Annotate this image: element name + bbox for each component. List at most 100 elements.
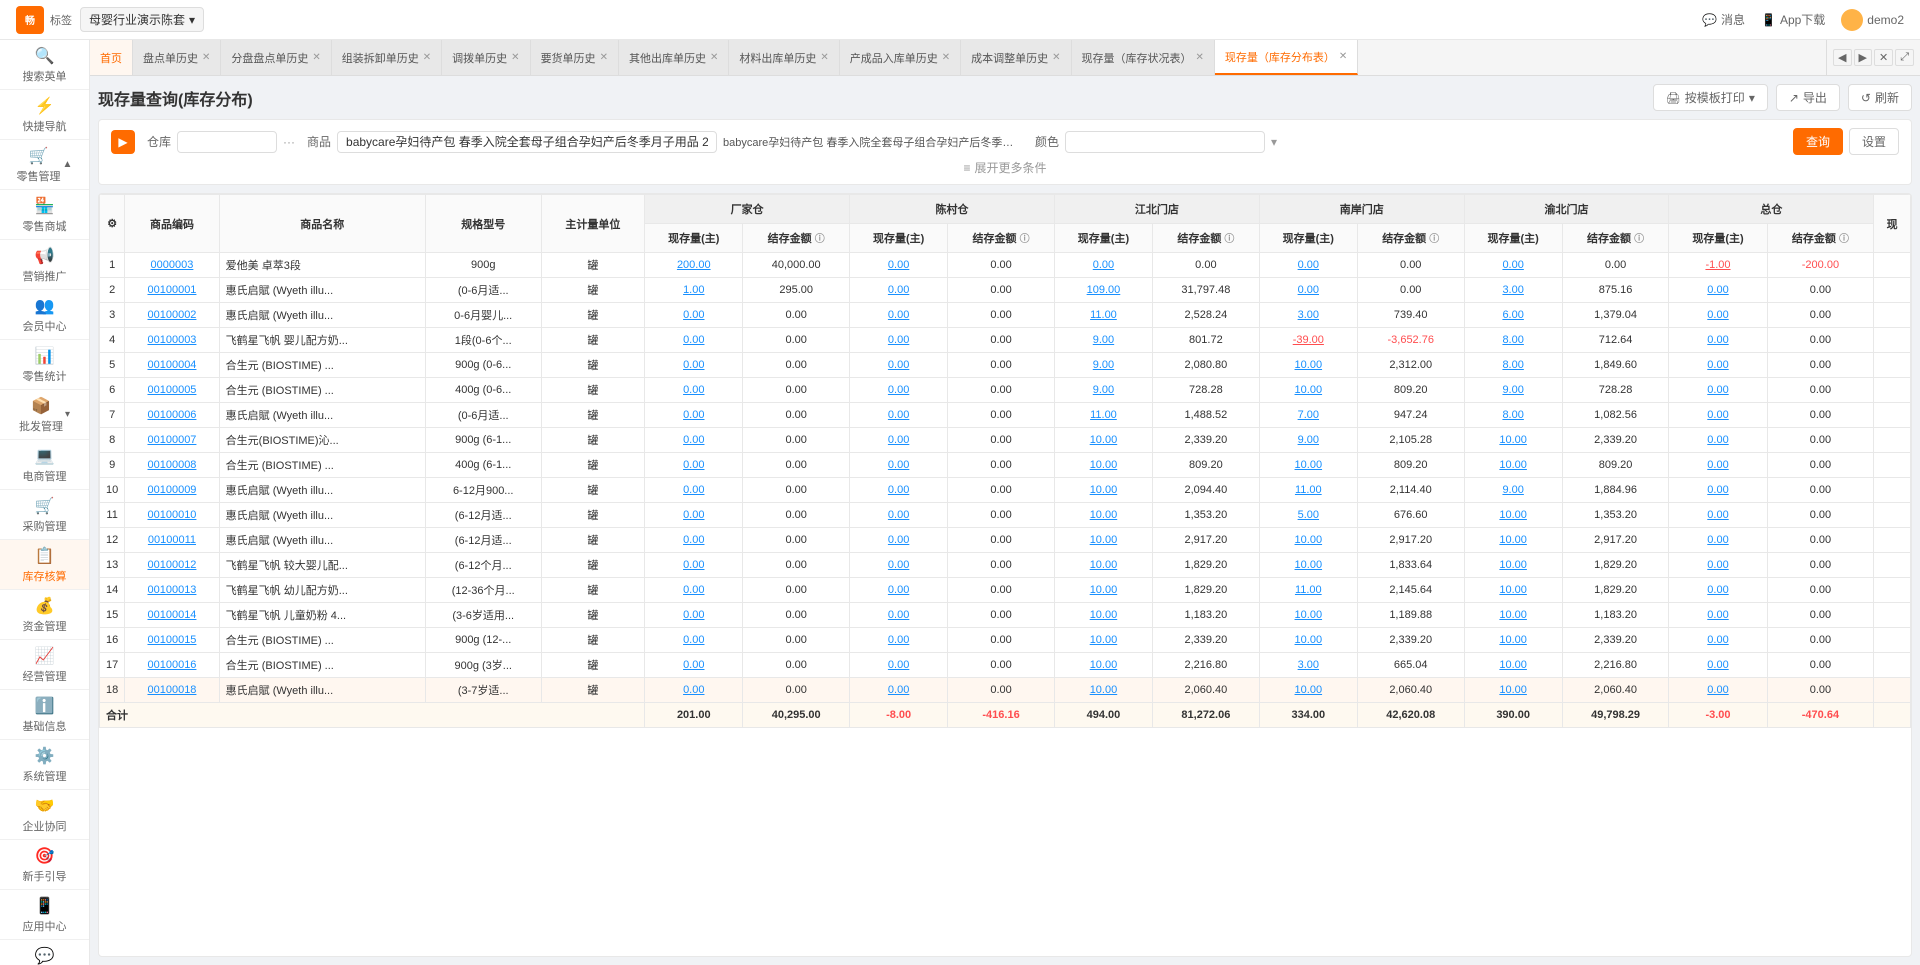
table-cell-jiangbei-qty[interactable]: 10.00: [1054, 453, 1152, 478]
table-cell-yubeibei-qty[interactable]: 10.00: [1464, 653, 1562, 678]
tab-expand-btn[interactable]: ⤢: [1895, 49, 1914, 66]
table-cell-nanan-qty[interactable]: 0.00: [1259, 278, 1357, 303]
table-cell-jiangbei-qty[interactable]: 10.00: [1054, 653, 1152, 678]
table-cell-factory-qty[interactable]: 0.00: [645, 528, 743, 553]
table-cell-total-qty[interactable]: 0.00: [1669, 628, 1767, 653]
sidebar-item-ecommerce[interactable]: 💻 电商管理: [0, 440, 89, 490]
product-input[interactable]: [337, 131, 717, 153]
table-cell-nanan-qty[interactable]: 3.00: [1259, 653, 1357, 678]
table-cell-yubeibei-qty[interactable]: 10.00: [1464, 553, 1562, 578]
sidebar-item-guide[interactable]: 🎯 新手引导: [0, 840, 89, 890]
tab-stock-dist[interactable]: 现存量（库存分布表） ✕: [1215, 40, 1358, 75]
sidebar-item-enterprise[interactable]: 🤝 企业协同: [0, 790, 89, 840]
table-cell-factory-qty[interactable]: 0.00: [645, 378, 743, 403]
table-cell-total-qty[interactable]: 0.00: [1669, 503, 1767, 528]
sidebar-item-wholesale[interactable]: 📦 批发管理 ▾: [0, 390, 89, 440]
table-cell-total-qty[interactable]: 0.00: [1669, 328, 1767, 353]
print-btn[interactable]: 🖨 按模板打印 ▾: [1653, 84, 1768, 111]
tab-close-requisition[interactable]: ✕: [600, 52, 608, 63]
tab-sub-inventory[interactable]: 分盘盘点单历史 ✕: [221, 40, 331, 75]
table-cell-chenxiang-qty[interactable]: 0.00: [850, 453, 948, 478]
table-cell-nanan-qty[interactable]: 11.00: [1259, 578, 1357, 603]
table-cell-jiangbei-qty[interactable]: 0.00: [1054, 253, 1152, 278]
table-cell-jiangbei-qty[interactable]: 10.00: [1054, 503, 1152, 528]
table-cell-code[interactable]: 00100011: [125, 528, 219, 553]
table-cell-jiangbei-qty[interactable]: 10.00: [1054, 428, 1152, 453]
tab-prev-btn[interactable]: ◀: [1833, 49, 1851, 66]
table-cell-chenxiang-qty[interactable]: 0.00: [850, 328, 948, 353]
table-cell-code[interactable]: 00100014: [125, 603, 219, 628]
user-profile[interactable]: demo2: [1841, 9, 1904, 31]
table-cell-yubeibei-qty[interactable]: 10.00: [1464, 453, 1562, 478]
refresh-btn[interactable]: ↺ 刷新: [1848, 84, 1912, 111]
sidebar-item-inventory[interactable]: 📋 库存核算: [0, 540, 89, 590]
table-cell-factory-qty[interactable]: 0.00: [645, 303, 743, 328]
table-cell-chenxiang-qty[interactable]: 0.00: [850, 603, 948, 628]
table-cell-yubeibei-qty[interactable]: 10.00: [1464, 428, 1562, 453]
table-cell-nanan-qty[interactable]: 10.00: [1259, 378, 1357, 403]
org-selector[interactable]: 母婴行业演示陈套 ▾: [80, 7, 204, 32]
table-cell-yubeibei-qty[interactable]: 8.00: [1464, 403, 1562, 428]
table-cell-yubeibei-qty[interactable]: 10.00: [1464, 528, 1562, 553]
table-cell-factory-qty[interactable]: 0.00: [645, 653, 743, 678]
table-cell-yubeibei-qty[interactable]: 10.00: [1464, 503, 1562, 528]
table-cell-code[interactable]: 00100009: [125, 478, 219, 503]
table-cell-factory-qty[interactable]: 200.00: [645, 253, 743, 278]
sidebar-item-shortcut[interactable]: ⚡ 快捷导航: [0, 90, 89, 140]
table-cell-nanan-qty[interactable]: -39.00: [1259, 328, 1357, 353]
tab-stock-status[interactable]: 现存量（库存状况表） ✕: [1072, 40, 1215, 75]
table-cell-nanan-qty[interactable]: 10.00: [1259, 353, 1357, 378]
settings-btn[interactable]: 设置: [1849, 128, 1899, 155]
tab-close-cost-adjust[interactable]: ✕: [1052, 52, 1060, 63]
tab-close-transfer[interactable]: ✕: [511, 52, 519, 63]
table-cell-chenxiang-qty[interactable]: 0.00: [850, 578, 948, 603]
filter-arrow[interactable]: ▶: [111, 130, 135, 154]
table-cell-jiangbei-qty[interactable]: 11.00: [1054, 303, 1152, 328]
total-info-icon[interactable]: ⓘ: [1839, 234, 1849, 245]
table-cell-yubeibei-qty[interactable]: 10.00: [1464, 628, 1562, 653]
table-cell-nanan-qty[interactable]: 5.00: [1259, 503, 1357, 528]
table-cell-total-qty[interactable]: 0.00: [1669, 303, 1767, 328]
table-cell-code[interactable]: 00100002: [125, 303, 219, 328]
table-cell-yubeibei-qty[interactable]: 10.00: [1464, 678, 1562, 703]
tab-close-stock-status[interactable]: ✕: [1196, 52, 1204, 63]
table-cell-chenxiang-qty[interactable]: 0.00: [850, 253, 948, 278]
sidebar-item-operation[interactable]: 📈 经营管理: [0, 640, 89, 690]
chenxiang-info-icon[interactable]: ⓘ: [1020, 234, 1030, 245]
table-cell-chenxiang-qty[interactable]: 0.00: [850, 678, 948, 703]
table-cell-jiangbei-qty[interactable]: 10.00: [1054, 553, 1152, 578]
table-cell-factory-qty[interactable]: 0.00: [645, 553, 743, 578]
table-cell-total-qty[interactable]: 0.00: [1669, 428, 1767, 453]
table-cell-chenxiang-qty[interactable]: 0.00: [850, 478, 948, 503]
table-cell-jiangbei-qty[interactable]: 9.00: [1054, 353, 1152, 378]
table-cell-nanan-qty[interactable]: 11.00: [1259, 478, 1357, 503]
tab-home[interactable]: 首页: [90, 40, 133, 75]
table-cell-nanan-qty[interactable]: 10.00: [1259, 528, 1357, 553]
table-cell-total-qty[interactable]: -1.00: [1669, 253, 1767, 278]
table-cell-jiangbei-qty[interactable]: 10.00: [1054, 578, 1152, 603]
table-cell-code[interactable]: 00100015: [125, 628, 219, 653]
table-cell-jiangbei-qty[interactable]: 10.00: [1054, 678, 1152, 703]
table-cell-yubeibei-qty[interactable]: 9.00: [1464, 478, 1562, 503]
sidebar-item-marketing[interactable]: 📢 营销推广: [0, 240, 89, 290]
table-cell-total-qty[interactable]: 0.00: [1669, 378, 1767, 403]
table-cell-factory-qty[interactable]: 0.00: [645, 603, 743, 628]
tab-transfer[interactable]: 调拨单历史 ✕: [442, 40, 530, 75]
table-cell-code[interactable]: 00100006: [125, 403, 219, 428]
table-cell-nanan-qty[interactable]: 10.00: [1259, 603, 1357, 628]
table-cell-factory-qty[interactable]: 1.00: [645, 278, 743, 303]
table-cell-chenxiang-qty[interactable]: 0.00: [850, 403, 948, 428]
table-cell-code[interactable]: 00100010: [125, 503, 219, 528]
sidebar-item-purchase[interactable]: 🛒 采购管理: [0, 490, 89, 540]
table-cell-nanan-qty[interactable]: 10.00: [1259, 553, 1357, 578]
table-cell-code[interactable]: 00100001: [125, 278, 219, 303]
tab-close-material-out[interactable]: ✕: [820, 52, 828, 63]
table-cell-factory-qty[interactable]: 0.00: [645, 428, 743, 453]
table-cell-code[interactable]: 00100018: [125, 678, 219, 703]
table-cell-total-qty[interactable]: 0.00: [1669, 403, 1767, 428]
table-cell-chenxiang-qty[interactable]: 0.00: [850, 528, 948, 553]
tab-close-inventory-count[interactable]: ✕: [202, 52, 210, 63]
sidebar-item-member[interactable]: 👥 会员中心: [0, 290, 89, 340]
table-cell-factory-qty[interactable]: 0.00: [645, 353, 743, 378]
table-cell-total-qty[interactable]: 0.00: [1669, 678, 1767, 703]
